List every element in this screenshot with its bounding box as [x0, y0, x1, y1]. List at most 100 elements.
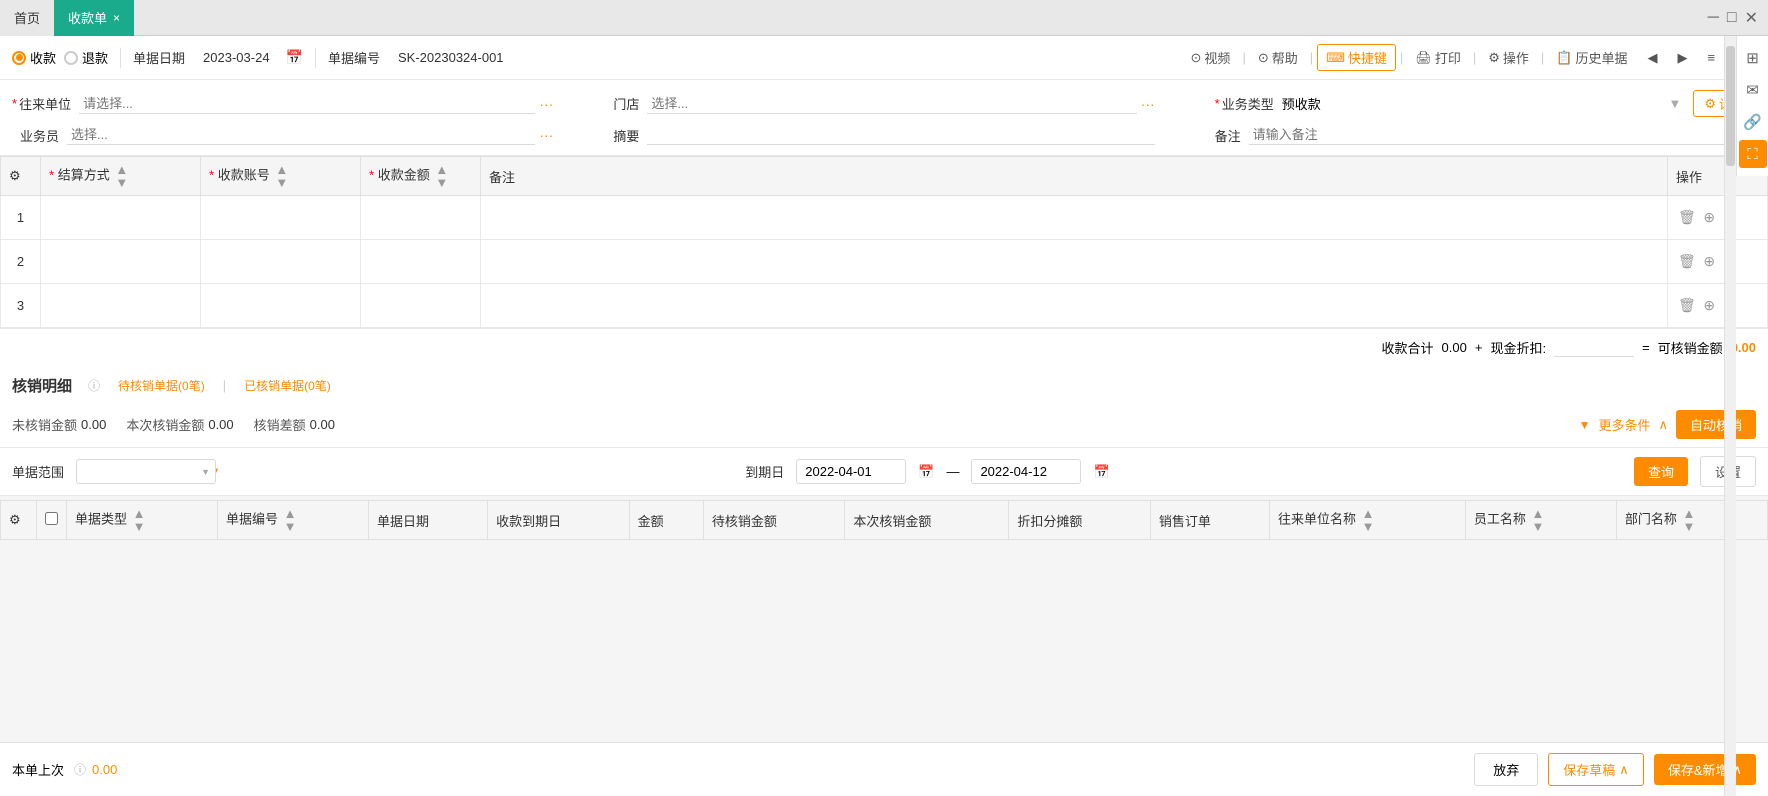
close-icon[interactable]: ✕	[1745, 8, 1758, 28]
shop-more-btn[interactable]: ···	[1141, 96, 1155, 112]
more-conditions-btn[interactable]: 更多条件	[1598, 415, 1650, 434]
counterparty-more-btn[interactable]: ···	[539, 96, 553, 112]
row-1-action: 🗑 ⊕	[1668, 196, 1768, 240]
abandon-btn[interactable]: 放弃	[1474, 753, 1538, 786]
row-1-payment[interactable]	[41, 196, 201, 240]
total-value: 0.00	[1442, 340, 1467, 355]
row-2-delete-btn[interactable]: 🗑	[1678, 253, 1696, 269]
btn-nav-left[interactable]: ◀	[1640, 47, 1666, 69]
rcol-amount-label: 金额	[638, 514, 664, 529]
sort-counterparty[interactable]: ▲▼	[1362, 507, 1375, 533]
col-payment-label: 结算方式	[58, 167, 110, 182]
unreconciled-value: 0.00	[81, 417, 106, 432]
more-conditions-arrow[interactable]: ∧	[1658, 417, 1668, 433]
row-2-copy-btn[interactable]: ⊕	[1703, 253, 1715, 269]
scrollbar[interactable]	[1724, 36, 1736, 796]
sort-doc-type[interactable]: ▲▼	[133, 507, 146, 533]
sort-dept[interactable]: ▲▼	[1683, 507, 1696, 533]
row-3-amount[interactable]	[361, 284, 481, 328]
business-type-field: * 业务类型 预收款 ▼ ⚙ 设置	[1215, 90, 1756, 117]
rcol-current: 本次核销金额	[845, 501, 1009, 540]
calendar-from-icon[interactable]: 📅	[918, 464, 934, 480]
sidebar-table-icon[interactable]: ⊞	[1739, 44, 1767, 72]
discount-label: 现金折扣:	[1490, 338, 1546, 357]
row-3-remark[interactable]	[481, 284, 1668, 328]
rcol-doc-date: 单据日期	[369, 501, 488, 540]
tab-receipt-close[interactable]: ×	[113, 11, 120, 25]
summary-input[interactable]	[647, 125, 1154, 145]
reconcile-info-icon[interactable]: ⓘ	[88, 377, 100, 394]
tab-pending[interactable]: 待核销单据(0笔)	[112, 375, 211, 396]
auto-reconcile-btn[interactable]: 自动核销	[1676, 410, 1756, 439]
table-settings-icon[interactable]: ⚙	[9, 168, 21, 183]
rcol-doc-type: 单据类型 ▲▼	[67, 501, 218, 540]
minimize-icon[interactable]: ─	[1708, 9, 1719, 27]
row-1-remark[interactable]	[481, 196, 1668, 240]
row-1-copy-btn[interactable]: ⊕	[1703, 209, 1715, 225]
row-1-amount[interactable]	[361, 196, 481, 240]
row-2-payment[interactable]	[41, 240, 201, 284]
counterparty-input[interactable]	[79, 94, 535, 114]
table-header-row: ⚙ * 结算方式 ▲▼ * 收款账号 ▲▼ * 收款金额	[1, 157, 1768, 196]
radio-refund[interactable]: 退款	[64, 48, 108, 67]
select-all-checkbox[interactable]	[45, 512, 58, 525]
sort-employee[interactable]: ▲▼	[1532, 507, 1545, 533]
btn-print[interactable]: 🖨 打印	[1407, 45, 1469, 70]
calendar-to-icon[interactable]: 📅	[1093, 464, 1109, 480]
reconcile-header: 核销明细 ⓘ 待核销单据(0笔) | 已核销单据(0笔)	[0, 365, 1768, 402]
row-3-account[interactable]	[201, 284, 361, 328]
sidebar-screenshot-icon[interactable]: ⛶	[1739, 140, 1767, 168]
save-new-btn[interactable]: 保存&新增 ∧	[1654, 754, 1756, 785]
tab-done[interactable]: 已核销单据(0笔)	[238, 375, 337, 396]
btn-shortcut[interactable]: ⌨ 快捷键	[1317, 44, 1396, 71]
btn-nav-right[interactable]: ▶	[1670, 47, 1696, 69]
tab-receipt[interactable]: 收款单 ×	[54, 0, 134, 36]
row-1-delete-btn[interactable]: 🗑	[1678, 209, 1696, 225]
row-3-delete-btn[interactable]: 🗑	[1678, 297, 1696, 313]
maximize-icon[interactable]: □	[1727, 9, 1737, 27]
form-section: * 往来单位 ··· 门店 ··· * 业务类型 预收款 ▼	[0, 80, 1768, 156]
date-from-input[interactable]	[796, 459, 906, 484]
sort-account[interactable]: ▲▼	[275, 163, 288, 189]
btn-video[interactable]: ⊙ 视频	[1183, 45, 1239, 70]
row-3-payment[interactable]	[41, 284, 201, 328]
radio-receive[interactable]: 收款	[12, 48, 56, 67]
date-value: 2023-03-24	[203, 50, 270, 65]
remark-input[interactable]	[1249, 125, 1756, 145]
save-draft-btn[interactable]: 保存草稿 ∧	[1548, 753, 1644, 786]
sort-doc-no[interactable]: ▲▼	[284, 507, 297, 533]
rtable-settings-icon[interactable]: ⚙	[9, 512, 21, 527]
sidebar-link-icon[interactable]: 🔗	[1739, 108, 1767, 136]
footer-left: 本单上次 ⓘ 0.00	[12, 760, 117, 779]
filter-icon: ▼	[1579, 418, 1591, 432]
btn-print-label: 打印	[1435, 48, 1461, 67]
btn-list-view[interactable]: ≡	[1700, 47, 1724, 68]
calendar-icon[interactable]: 📅	[286, 49, 303, 66]
footer-info-icon[interactable]: ⓘ	[74, 761, 86, 778]
btn-operation[interactable]: ⚙ 操作	[1480, 45, 1537, 70]
row-2-remark[interactable]	[481, 240, 1668, 284]
sort-payment[interactable]: ▲▼	[115, 163, 128, 189]
salesperson-more-btn[interactable]: ···	[539, 127, 553, 143]
sidebar-mail-icon[interactable]: ✉	[1739, 76, 1767, 104]
salesperson-input[interactable]	[67, 125, 535, 145]
scroll-thumb[interactable]	[1726, 46, 1735, 166]
row-1-account[interactable]	[201, 196, 361, 240]
rcol-due-date: 收款到期日	[488, 501, 630, 540]
biz-dropdown-arrow[interactable]: ▼	[1668, 96, 1681, 111]
date-to-input[interactable]	[971, 459, 1081, 484]
btn-help-label: 帮助	[1272, 48, 1298, 67]
row-2-account[interactable]	[201, 240, 361, 284]
reconcile-table-section: ⚙ 单据类型 ▲▼ 单据编号 ▲▼	[0, 500, 1768, 540]
btn-help[interactable]: ⊙ 帮助	[1250, 45, 1306, 70]
range-select[interactable]	[76, 459, 216, 484]
toolbar-right: ⊙ 视频 | ⊙ 帮助 | ⌨ 快捷键 | 🖨 打印 | ⚙ 操作	[1183, 44, 1756, 71]
shop-input[interactable]	[647, 94, 1136, 114]
sort-amount[interactable]: ▲▼	[435, 163, 448, 189]
row-2-amount[interactable]	[361, 240, 481, 284]
row-3-copy-btn[interactable]: ⊕	[1703, 297, 1715, 313]
btn-history[interactable]: 📋 历史单据	[1548, 45, 1635, 70]
query-btn[interactable]: 查询	[1634, 457, 1688, 486]
discount-input[interactable]	[1554, 337, 1634, 357]
tab-home[interactable]: 首页	[0, 0, 54, 36]
